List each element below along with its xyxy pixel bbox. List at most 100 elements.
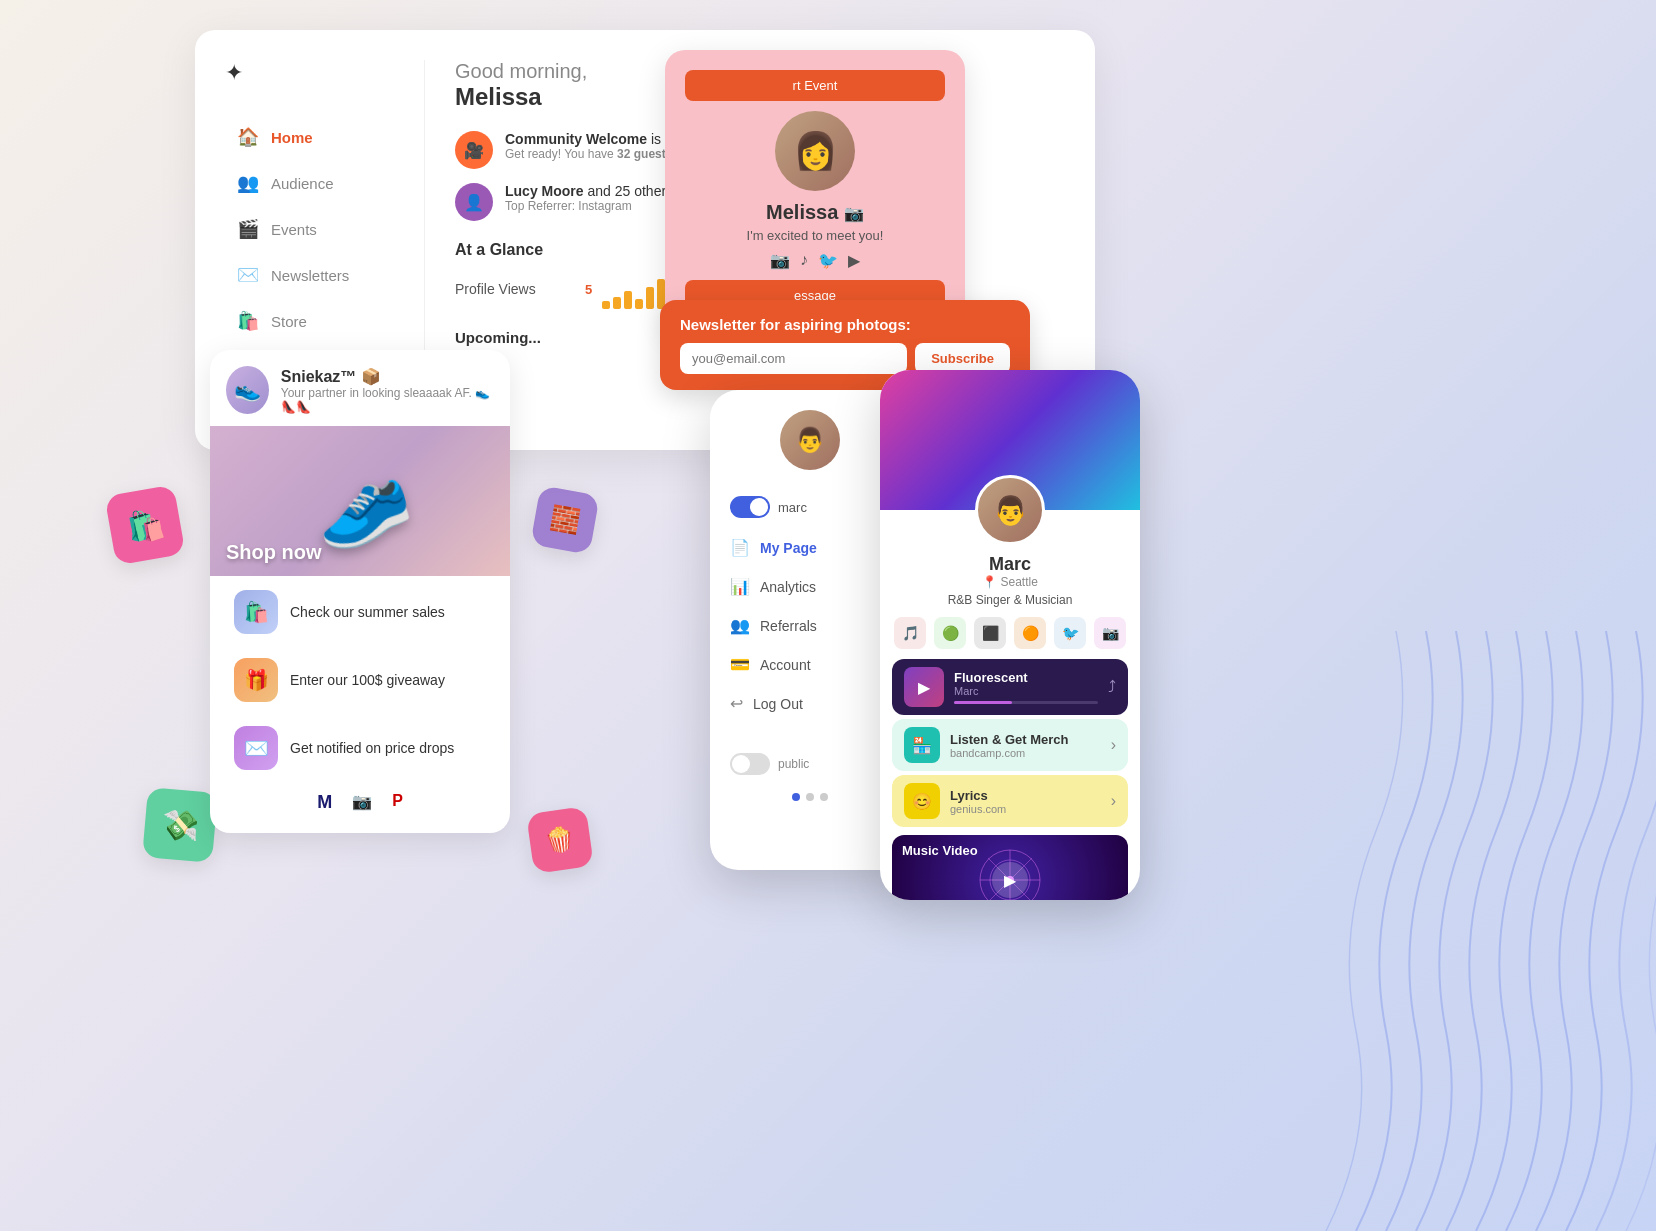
play-button[interactable]: ▶ [992,862,1028,898]
toggle-switch[interactable] [730,496,770,518]
chevron-lyrics-icon: › [1111,792,1116,810]
spotify-icon[interactable]: 🟢 [934,617,966,649]
tiktok-icon[interactable]: ♪ [800,251,808,270]
merch-icon: 🏪 [904,727,940,763]
nav-phone-avatar: 👨 [780,410,840,470]
toggle-switch-bottom[interactable] [730,753,770,775]
music-phone: 👨 Marc 📍 Seattle R&B Singer & Musician 🎵… [880,370,1140,900]
track-artist: Marc [954,685,1098,697]
twitter-music-icon[interactable]: 🐦 [1054,617,1086,649]
newsletters-icon: ✉️ [237,264,259,286]
music-note-icon[interactable]: 🎵 [894,617,926,649]
store-name: Sniekaz™ 📦 [281,367,494,386]
price-drops-icon: ✉️ [234,726,278,770]
floating-blocks-card: 🧱 [530,485,600,555]
floating-popcorn-card: 🍿 [526,806,594,874]
sidebar-item-audience[interactable]: 👥 Audience [225,162,404,204]
store-tagline: Your partner in looking sleaaaak AF. 👟👠👠 [281,386,494,414]
nav-logout-label: Log Out [753,696,803,712]
music-video-label: Music Video [902,843,978,858]
profile-name: Melissa 📷 [685,201,945,224]
newsletter-email-input[interactable] [680,343,907,374]
profile-card: rt Event 👩 Melissa 📷 I'm excited to meet… [665,50,965,331]
chevron-merch-icon: › [1111,736,1116,754]
btn-start-event[interactable]: rt Event [685,70,945,101]
logout-icon: ↩ [730,694,743,713]
instagram-icon[interactable]: 📷 [770,251,790,270]
pinterest-icon[interactable]: P [392,792,403,813]
music-location: 📍 Seattle [892,575,1128,589]
nav-subtitle-bottom: public [778,757,809,771]
track-thumbnail: ▶ [904,667,944,707]
profile-bio: I'm excited to meet you! [685,228,945,243]
instagram-music-icon[interactable]: 📷 [1094,617,1126,649]
music-bio: R&B Singer & Musician [892,593,1128,607]
nav-username: marc [778,500,807,515]
merch-text: Listen & Get Merch bandcamp.com [950,732,1101,759]
giveaway-icon: 🎁 [234,658,278,702]
twitter-icon[interactable]: 🐦 [818,251,838,270]
bar-5 [646,287,654,309]
price-drops-text: Get notified on price drops [290,740,454,756]
store-hero-text: Shop now [226,541,322,564]
bar-2 [613,297,621,309]
track-title: Fluorescent [954,670,1098,685]
nav-analytics-label: Analytics [760,579,816,595]
chart-value-start: 5 [585,282,592,297]
blue-waves-decoration [1306,631,1656,1231]
home-icon: 🏠 [237,126,259,148]
dot-1 [792,793,800,801]
sidebar-item-store[interactable]: 🛍️ Store [225,300,404,342]
store-list-item-3[interactable]: ✉️ Get notified on price drops [218,716,502,780]
music-phone-header: 👨 [880,370,1140,510]
store-list-item-2[interactable]: 🎁 Enter our 100$ giveaway [218,648,502,712]
track-progress-bar[interactable] [954,701,1098,704]
location-pin-icon: 📍 [982,575,997,589]
music-video-section: Music Video from from Marc ▶ [892,835,1128,900]
track-share-icon[interactable]: ⤴ [1108,678,1116,696]
music-avatar: 👨 [975,475,1045,545]
store-card: 👟 Sniekaz™ 📦 Your partner in looking sle… [210,350,510,833]
audience-icon: 👥 [237,172,259,194]
soundcloud-icon[interactable]: 🟠 [1014,617,1046,649]
bandcamp-icon[interactable]: ⬛ [974,617,1006,649]
referrals-icon: 👥 [730,616,750,635]
notif-icon-video: 🎥 [455,131,493,169]
toggle-knob-bottom [732,755,750,773]
nav-account-label: Account [760,657,811,673]
notif-icon-user: 👤 [455,183,493,221]
music-link-merch[interactable]: 🏪 Listen & Get Merch bandcamp.com › [892,719,1128,771]
sidebar-logo: ✦ [225,60,404,86]
sidebar-item-home[interactable]: 🏠 Home [225,116,404,158]
music-link-lyrics[interactable]: 😊 Lyrics genius.com › [892,775,1128,827]
profile-social-icons: 📷 ♪ 🐦 ▶ [685,251,945,270]
floating-bags-card: 🛍️ [104,484,185,565]
giveaway-text: Enter our 100$ giveaway [290,672,445,688]
store-social-links: M 📷 P [210,784,510,813]
bar-3 [624,291,632,309]
track-info: Fluorescent Marc [954,670,1098,704]
sidebar-item-events[interactable]: 🎬 Events [225,208,404,250]
instagram-store-icon[interactable]: 📷 [352,792,372,813]
toggle-knob [750,498,768,516]
mypage-icon: 📄 [730,538,750,557]
store-header: 👟 Sniekaz™ 📦 Your partner in looking sle… [210,350,510,426]
events-icon: 🎬 [237,218,259,240]
dot-2 [806,793,814,801]
bar-1 [602,301,610,309]
music-social-icons: 🎵 🟢 ⬛ 🟠 🐦 📷 [892,617,1128,649]
nav-referrals-label: Referrals [760,618,817,634]
account-icon: 💳 [730,655,750,674]
summer-sales-text: Check our summer sales [290,604,445,620]
store-list-item-1[interactable]: 🛍️ Check our summer sales [218,580,502,644]
sidebar-item-newsletters[interactable]: ✉️ Newsletters [225,254,404,296]
youtube-icon[interactable]: ▶ [848,251,860,270]
medium-icon[interactable]: M [317,792,332,813]
profile-avatar: 👩 [775,111,855,191]
music-track: ▶ Fluorescent Marc ⤴ [892,659,1128,715]
store-icon: 🛍️ [237,310,259,332]
music-name: Marc [892,554,1128,575]
analytics-icon: 📊 [730,577,750,596]
nav-mypage-label: My Page [760,540,817,556]
lyrics-icon: 😊 [904,783,940,819]
